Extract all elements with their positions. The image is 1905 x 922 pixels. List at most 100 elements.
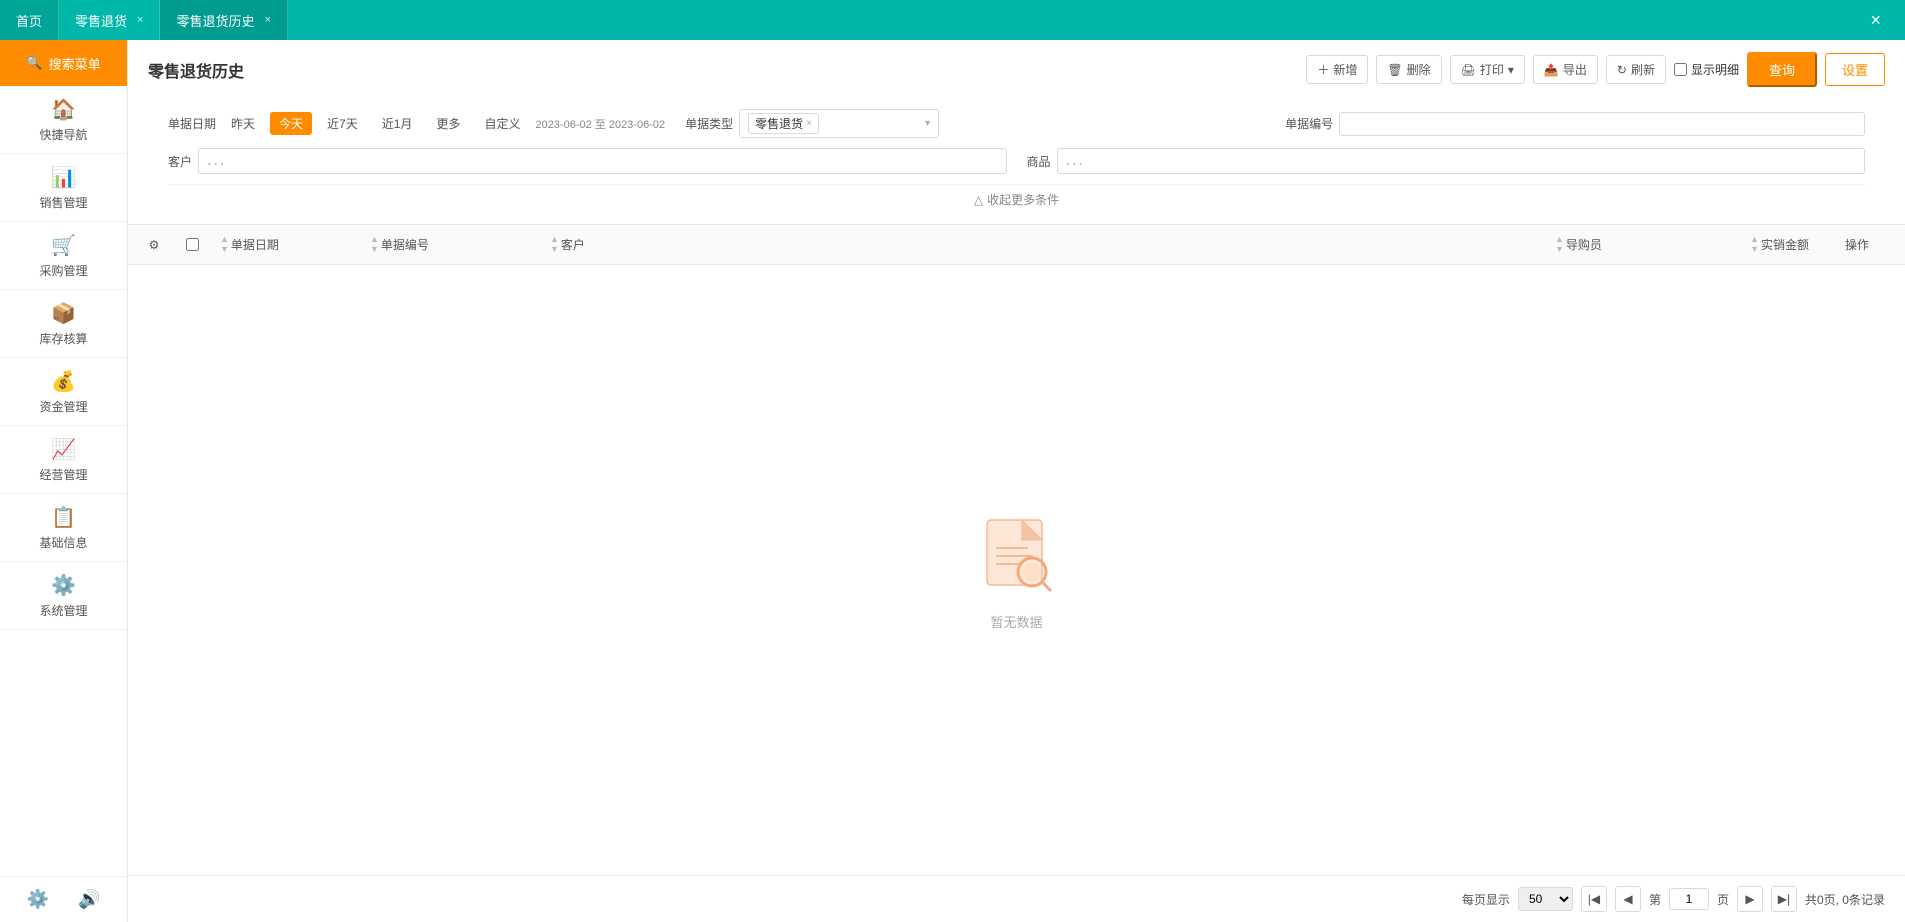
sidebar-item-quick-nav[interactable]: 🏠 快捷导航 [0,86,127,154]
th-amount: ▲▼ 实销金额 [1697,235,1817,254]
print-button[interactable]: 🖨 打印 ▾ [1450,55,1525,84]
sidebar-item-operation[interactable]: 📈 经营管理 [0,426,127,494]
tab-retail-return-close[interactable]: × [137,14,143,26]
voucher-number-label: 单据编号 [1285,115,1333,132]
customer-label: 客户 [168,153,192,170]
tab-home[interactable]: 首页 [0,0,59,40]
page-number-input[interactable] [1669,888,1709,910]
delete-button[interactable]: 🗑 删除 [1376,55,1441,84]
sidebar-item-label-finance: 资金管理 [39,398,87,415]
goods-input[interactable]: ... [1057,148,1865,174]
pagination: 每页显示 10 20 50 100 |◀ ◀ 第 页 ▶ ▶| 共0页, 0条记… [128,875,1905,922]
tab-retail-return-history[interactable]: 零售退货历史 × [160,0,287,40]
date-custom[interactable]: 自定义 [475,112,529,135]
date-today[interactable]: 今天 [270,112,312,135]
top-bar: 首页 零售退货 × 零售退货历史 × × [0,0,1905,40]
per-page-select[interactable]: 10 20 50 100 [1518,887,1573,911]
voucher-type-input[interactable]: 零售退货 × ▾ [739,109,939,138]
voucher-type-tag: 零售退货 × [748,113,819,134]
th-customer-label: 客户 [561,236,585,253]
sidebar-item-purchase[interactable]: 🛒 采购管理 [0,222,127,290]
date-more[interactable]: 更多 [427,112,469,135]
customer-placeholder: ... [207,152,226,170]
show-detail-label: 显示明细 [1691,61,1739,78]
page-first-button[interactable]: |◀ [1581,886,1607,912]
date-filter-label: 单据日期 [168,115,216,132]
print-icon: 🖨 [1461,63,1476,77]
date-sort-icon[interactable]: ▲▼ [220,235,229,254]
page-next-button[interactable]: ▶ [1737,886,1763,912]
sidebar-item-sales[interactable]: 📊 销售管理 [0,154,127,222]
home-icon: 🏠 [51,97,76,122]
show-detail-checkbox-wrapper[interactable]: 显示明细 [1674,61,1739,78]
sidebar-search[interactable]: 🔍 搜索菜单 [0,40,127,86]
tab-retail-return[interactable]: 零售退货 × [59,0,160,40]
sidebar-item-label-operation: 经营管理 [39,466,87,483]
th-settings[interactable]: ⚙ [136,238,172,252]
th-guide-label: 导购员 [1566,236,1602,253]
date-1month[interactable]: 近1月 [373,112,422,135]
date-range-display: 2023-06-02 至 2023-06-02 [535,116,665,132]
retail-return-history-tab-label: 零售退货历史 [176,11,254,30]
table-header: ⚙ ▲▼ 单据日期 ▲▼ 单据编号 ▲▼ 客户 ▲▼ [128,225,1905,265]
filter-row-1: 单据日期 昨天 今天 近7天 近1月 更多 自定义 2023-06-02 至 2… [168,109,1865,138]
settings-button[interactable]: 设置 [1825,53,1885,86]
page-prev-button[interactable]: ◀ [1615,886,1641,912]
voucher-number-input[interactable] [1339,112,1865,136]
content-area: 零售退货历史 ＋ 新增 🗑 删除 🖨 打印 ▾ [128,40,1905,922]
page-header: 零售退货历史 ＋ 新增 🗑 删除 🖨 打印 ▾ [128,40,1905,225]
refresh-button[interactable]: ↻ 刷新 [1606,55,1666,84]
th-customer: ▲▼ 客户 [542,235,1547,254]
operation-icon: 📈 [51,437,76,462]
retail-return-tab-label: 零售退货 [75,11,127,30]
new-button[interactable]: ＋ 新增 [1306,55,1368,84]
refresh-button-label: 刷新 [1631,61,1655,78]
th-guide: ▲▼ 导购员 [1547,235,1697,254]
refresh-icon: ↻ [1617,63,1627,77]
amount-sort-icon[interactable]: ▲▼ [1750,235,1759,254]
voucher-type-filter-group: 单据类型 零售退货 × ▾ [685,109,1265,138]
tab-retail-return-history-close[interactable]: × [264,14,270,26]
export-button[interactable]: 📤 导出 [1533,55,1598,84]
th-action-label: 操作 [1845,236,1869,253]
filter-section: 单据日期 昨天 今天 近7天 近1月 更多 自定义 2023-06-02 至 2… [148,99,1885,224]
sidebar: 🔍 搜索菜单 🏠 快捷导航 📊 销售管理 🛒 采购管理 📦 库存核算 💰 资金管… [0,40,128,922]
settings-bottom-icon[interactable]: ⚙️ [27,889,49,910]
th-number-label: 单据编号 [381,236,429,253]
delete-button-label: 删除 [1407,61,1431,78]
sidebar-item-label-quick-nav: 快捷导航 [39,126,87,143]
collapse-filter-bar[interactable]: △ 收起更多条件 [168,184,1865,214]
print-button-label: 打印 [1480,61,1504,78]
guide-sort-icon[interactable]: ▲▼ [1555,235,1564,254]
tab-list: 首页 零售退货 × 零售退货历史 × [0,0,1862,40]
query-button[interactable]: 查询 [1747,52,1817,87]
sidebar-item-basic-info[interactable]: 📋 基础信息 [0,494,127,562]
show-detail-checkbox[interactable] [1674,63,1687,76]
voucher-type-tag-close[interactable]: × [806,118,812,129]
sidebar-bottom: ⚙️ 🔊 [0,876,127,922]
print-dropdown-icon: ▾ [1508,63,1514,77]
window-close-button[interactable]: × [1862,10,1889,31]
query-button-label: 查询 [1769,63,1795,78]
search-icon: 🔍 [26,55,42,71]
audio-bottom-icon[interactable]: 🔊 [78,889,100,910]
column-settings-icon[interactable]: ⚙ [149,238,160,252]
th-checkbox[interactable] [172,238,212,251]
select-all-checkbox[interactable] [186,238,199,251]
sidebar-item-label-sales: 销售管理 [39,194,87,211]
delete-icon: 🗑 [1387,63,1402,77]
customer-sort-icon[interactable]: ▲▼ [550,235,559,254]
goods-label: 商品 [1027,153,1051,170]
number-sort-icon[interactable]: ▲▼ [370,235,379,254]
settings-button-label: 设置 [1842,63,1868,78]
voucher-type-dropdown-icon: ▾ [925,118,930,129]
collapse-filter-label: 收起更多条件 [987,191,1059,208]
page-last-button[interactable]: ▶| [1771,886,1797,912]
sidebar-item-finance[interactable]: 💰 资金管理 [0,358,127,426]
date-filter-group: 单据日期 昨天 今天 近7天 近1月 更多 自定义 2023-06-02 至 2… [168,112,665,135]
customer-input[interactable]: ... [198,148,1006,174]
sidebar-item-system[interactable]: ⚙️ 系统管理 [0,562,127,630]
sidebar-item-inventory[interactable]: 📦 库存核算 [0,290,127,358]
date-yesterday[interactable]: 昨天 [222,112,264,135]
date-7days[interactable]: 近7天 [318,112,367,135]
